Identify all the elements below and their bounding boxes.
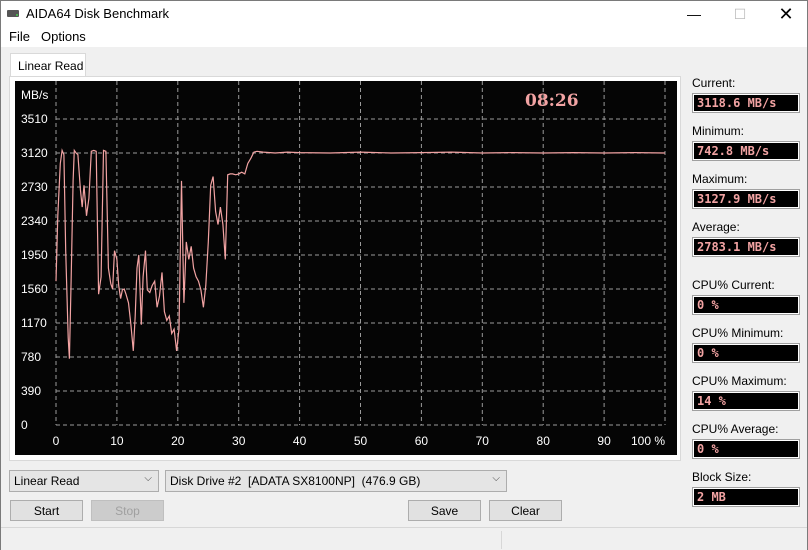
- x-tick-label: 40: [293, 434, 307, 448]
- x-tick-label: 60: [415, 434, 429, 448]
- stat-label-block-size: Block Size:: [692, 470, 752, 484]
- stat-value-block-size: 2 MB: [692, 487, 800, 507]
- drive-value: Disk Drive #2 [ADATA SX8100NP] (476.9 GB…: [170, 474, 421, 488]
- stat-value-maximum: 3127.9 MB/s: [692, 189, 800, 209]
- stop-button[interactable]: Stop: [91, 500, 164, 521]
- maximize-button[interactable]: ☐: [717, 1, 763, 27]
- stat-value-cpu-maximum: 14 %: [692, 391, 800, 411]
- y-tick-label: 1560: [21, 282, 48, 296]
- save-button[interactable]: Save: [408, 500, 481, 521]
- stat-value-cpu-current: 0 %: [692, 295, 800, 315]
- chevron-down-icon: ⌵: [492, 473, 500, 484]
- test-type-value: Linear Read: [14, 474, 80, 488]
- y-tick-label: 1170: [21, 316, 47, 330]
- chart-svg: 0 390 780 1170 1560 1950 2340 2730 3120 3510 0 10 20…: [21, 81, 666, 448]
- app-window: AIDA64 Disk Benchmark — ☐ ✕ File Options…: [0, 0, 808, 550]
- x-tick-label: 30: [232, 434, 246, 448]
- test-type-select[interactable]: Linear Read ⌵: [9, 470, 159, 492]
- y-tick-label: 2340: [21, 214, 48, 228]
- x-tick-label: 70: [476, 434, 490, 448]
- x-tick-label: 100 %: [631, 434, 665, 448]
- stat-label-average: Average:: [692, 220, 740, 234]
- elapsed-timer: 08:26: [525, 91, 579, 111]
- drive-select[interactable]: Disk Drive #2 [ADATA SX8100NP] (476.9 GB…: [165, 470, 507, 492]
- status-separator: [501, 531, 502, 549]
- y-tick-label: 390: [21, 384, 41, 398]
- menu-file[interactable]: File: [9, 29, 30, 44]
- y-tick-label: 3120: [21, 146, 48, 160]
- tab-linear-read[interactable]: Linear Read: [10, 53, 86, 77]
- chevron-down-icon: ⌵: [144, 473, 152, 484]
- stat-label-cpu-average: CPU% Average:: [692, 422, 779, 436]
- y-tick-label: 0: [21, 418, 28, 432]
- stat-label-cpu-maximum: CPU% Maximum:: [692, 374, 787, 388]
- disk-drive-icon: [7, 10, 19, 17]
- x-tick-label: 10: [110, 434, 124, 448]
- stat-value-cpu-minimum: 0 %: [692, 343, 800, 363]
- close-button[interactable]: ✕: [763, 1, 808, 27]
- benchmark-chart: 0 390 780 1170 1560 1950 2340 2730 3120 3510 0 10 20…: [15, 81, 677, 455]
- stat-value-current: 3118.6 MB/s: [692, 93, 800, 113]
- title-bar: AIDA64 Disk Benchmark — ☐ ✕: [1, 1, 807, 27]
- stat-label-cpu-minimum: CPU% Minimum:: [692, 326, 784, 340]
- clear-button[interactable]: Clear: [489, 500, 562, 521]
- stat-label-cpu-current: CPU% Current:: [692, 278, 775, 292]
- stat-label-maximum: Maximum:: [692, 172, 748, 186]
- stat-value-cpu-average: 0 %: [692, 439, 800, 459]
- y-axis-label: MB/s: [21, 88, 48, 102]
- stat-value-minimum: 742.8 MB/s: [692, 141, 800, 161]
- stat-label-minimum: Minimum:: [692, 124, 745, 138]
- y-tick-label: 3510: [21, 112, 48, 126]
- menu-options[interactable]: Options: [41, 29, 86, 44]
- menu-bar: File Options: [1, 27, 807, 47]
- x-tick-label: 80: [537, 434, 551, 448]
- start-button[interactable]: Start: [10, 500, 83, 521]
- minimize-button[interactable]: —: [671, 1, 717, 27]
- x-tick-label: 20: [171, 434, 185, 448]
- x-tick-label: 90: [597, 434, 611, 448]
- window-title: AIDA64 Disk Benchmark: [26, 6, 170, 21]
- y-tick-label: 2730: [21, 180, 48, 194]
- stat-value-average: 2783.1 MB/s: [692, 237, 800, 257]
- stat-label-current: Current:: [692, 76, 736, 90]
- status-bar: [1, 527, 807, 550]
- y-tick-label: 1950: [21, 248, 48, 262]
- x-tick-label: 50: [354, 434, 368, 448]
- x-tick-label: 0: [53, 434, 60, 448]
- y-tick-label: 780: [21, 350, 41, 364]
